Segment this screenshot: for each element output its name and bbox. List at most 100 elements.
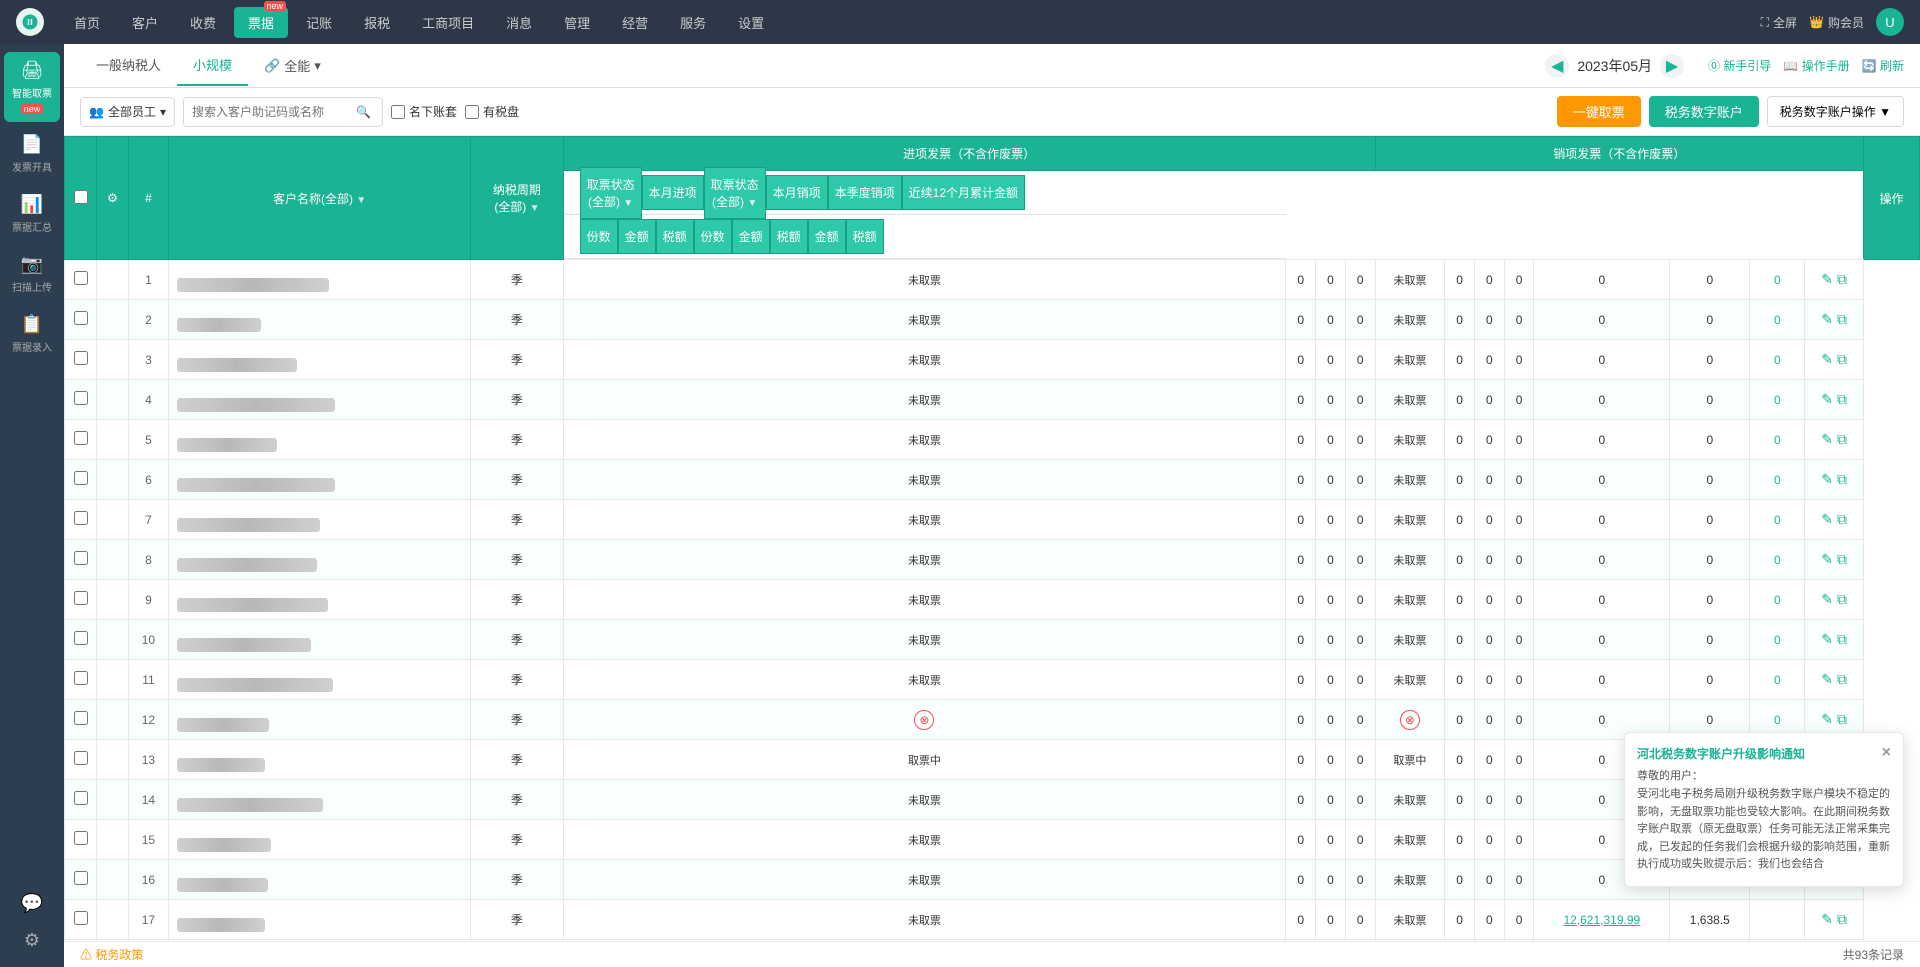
next-month-button[interactable]: ▶: [1660, 54, 1684, 78]
copy-button[interactable]: ⧉: [1837, 431, 1847, 448]
refresh-link[interactable]: 🔄 刷新: [1862, 57, 1904, 74]
copy-button[interactable]: ⧉: [1837, 351, 1847, 368]
nav-billing[interactable]: 收费: [176, 7, 230, 38]
row-checkbox-cell[interactable]: [65, 620, 97, 660]
edit-button[interactable]: ✎: [1821, 391, 1833, 408]
sidebar-item-chat[interactable]: 💬: [4, 885, 60, 922]
row-checkbox[interactable]: [74, 671, 88, 685]
edit-button[interactable]: ✎: [1821, 631, 1833, 648]
row-checkbox-cell[interactable]: [65, 660, 97, 700]
nav-client[interactable]: 客户: [118, 7, 172, 38]
row-checkbox-cell[interactable]: [65, 300, 97, 340]
select-all-checkbox[interactable]: [74, 190, 88, 204]
cumulative-link[interactable]: 0: [1774, 513, 1781, 527]
fullscreen-button[interactable]: ⛶ 全屏: [1761, 14, 1797, 31]
th-in-status[interactable]: 取票状态(全部) ▼: [580, 167, 642, 219]
sidebar-item-invoice-open[interactable]: 📄 发票开具: [4, 126, 60, 182]
row-checkbox[interactable]: [74, 911, 88, 925]
nav-message[interactable]: 消息: [492, 7, 546, 38]
row-checkbox[interactable]: [74, 831, 88, 845]
copy-button[interactable]: ⧉: [1837, 591, 1847, 608]
edit-button[interactable]: ✎: [1821, 511, 1833, 528]
one-click-fetch-button[interactable]: 一键取票: [1557, 96, 1641, 127]
row-checkbox[interactable]: [74, 431, 88, 445]
nav-settings[interactable]: 设置: [724, 7, 778, 38]
cumulative-link[interactable]: 0: [1774, 593, 1781, 607]
row-checkbox[interactable]: [74, 351, 88, 365]
tab-general-taxpayer[interactable]: 一般纳税人: [80, 45, 177, 86]
cumulative-link[interactable]: 0: [1774, 273, 1781, 287]
sidebar-item-gear[interactable]: ⚙: [4, 922, 60, 959]
edit-button[interactable]: ✎: [1821, 551, 1833, 568]
sidebar-item-invoice-entry[interactable]: 📋 票据录入: [4, 306, 60, 362]
sidebar-item-scan-upload[interactable]: 📷 扫描上传: [4, 246, 60, 302]
app-logo[interactable]: [16, 8, 44, 36]
row-checkbox-cell[interactable]: [65, 940, 97, 942]
edit-button[interactable]: ✎: [1821, 711, 1833, 728]
row-checkbox-cell[interactable]: [65, 460, 97, 500]
nav-invoice[interactable]: 票据 new: [234, 7, 288, 38]
row-checkbox[interactable]: [74, 631, 88, 645]
row-checkbox[interactable]: [74, 391, 88, 405]
row-checkbox-cell[interactable]: [65, 260, 97, 300]
avatar[interactable]: U: [1876, 8, 1904, 36]
th-client-name[interactable]: 客户名称(全部) ▼: [168, 137, 470, 260]
copy-button[interactable]: ⧉: [1837, 631, 1847, 648]
row-checkbox[interactable]: [74, 311, 88, 325]
tax-disk-check-label[interactable]: 有税盘: [465, 103, 519, 120]
cumulative-link[interactable]: 0: [1774, 673, 1781, 687]
q-amount-link[interactable]: 12,621,319.99: [1563, 913, 1640, 927]
prev-month-button[interactable]: ◀: [1545, 54, 1569, 78]
sidebar-item-smart-fetch[interactable]: 🖨 智能取票 new: [4, 52, 60, 122]
search-box[interactable]: 🔍: [183, 97, 383, 127]
nav-service[interactable]: 服务: [666, 7, 720, 38]
cumulative-link[interactable]: 0: [1774, 473, 1781, 487]
cumulative-link[interactable]: 0: [1774, 713, 1781, 727]
digital-account-button[interactable]: 税务数字账户: [1649, 96, 1759, 127]
row-checkbox-cell[interactable]: [65, 340, 97, 380]
row-checkbox-cell[interactable]: [65, 700, 97, 740]
row-checkbox-cell[interactable]: [65, 740, 97, 780]
row-checkbox-cell[interactable]: [65, 420, 97, 460]
copy-button[interactable]: ⧉: [1837, 511, 1847, 528]
edit-button[interactable]: ✎: [1821, 911, 1833, 928]
tax-disk-checkbox[interactable]: [465, 105, 479, 119]
copy-button[interactable]: ⧉: [1837, 911, 1847, 928]
row-checkbox[interactable]: [74, 471, 88, 485]
copy-button[interactable]: ⧉: [1837, 391, 1847, 408]
copy-button[interactable]: ⧉: [1837, 471, 1847, 488]
row-checkbox[interactable]: [74, 751, 88, 765]
nav-home[interactable]: 首页: [60, 7, 114, 38]
cumulative-link[interactable]: 0: [1774, 553, 1781, 567]
ledger-check-label[interactable]: 名下账套: [391, 103, 457, 120]
row-checkbox-cell[interactable]: [65, 900, 97, 940]
cumulative-link[interactable]: 0: [1774, 353, 1781, 367]
edit-button[interactable]: ✎: [1821, 591, 1833, 608]
search-icon[interactable]: 🔍: [356, 105, 371, 119]
edit-button[interactable]: ✎: [1821, 471, 1833, 488]
vip-button[interactable]: 👑 购会员: [1809, 14, 1864, 31]
nav-bookkeeping[interactable]: 记账: [292, 7, 346, 38]
edit-button[interactable]: ✎: [1821, 311, 1833, 328]
nav-tax[interactable]: 报税: [350, 7, 404, 38]
edit-button[interactable]: ✎: [1821, 271, 1833, 288]
row-checkbox-cell[interactable]: [65, 820, 97, 860]
copy-button[interactable]: ⧉: [1837, 671, 1847, 688]
row-checkbox[interactable]: [74, 791, 88, 805]
edit-button[interactable]: ✎: [1821, 351, 1833, 368]
row-checkbox[interactable]: [74, 591, 88, 605]
notification-close-button[interactable]: ×: [1882, 745, 1891, 762]
digital-account-ops-button[interactable]: 税务数字账户操作 ▼: [1767, 96, 1904, 127]
nav-operation[interactable]: 经营: [608, 7, 662, 38]
copy-button[interactable]: ⧉: [1837, 311, 1847, 328]
tax-policy-link[interactable]: ⚠ 税务政策: [80, 946, 143, 963]
edit-button[interactable]: ✎: [1821, 431, 1833, 448]
tab-all-dropdown[interactable]: 🔗 全能 ▾: [248, 46, 337, 85]
row-checkbox[interactable]: [74, 271, 88, 285]
row-checkbox[interactable]: [74, 551, 88, 565]
edit-button[interactable]: ✎: [1821, 671, 1833, 688]
nav-business[interactable]: 工商项目: [408, 7, 488, 38]
cumulative-link[interactable]: 0: [1774, 433, 1781, 447]
row-checkbox[interactable]: [74, 711, 88, 725]
th-out-status[interactable]: 取票状态(全部) ▼: [704, 167, 766, 219]
